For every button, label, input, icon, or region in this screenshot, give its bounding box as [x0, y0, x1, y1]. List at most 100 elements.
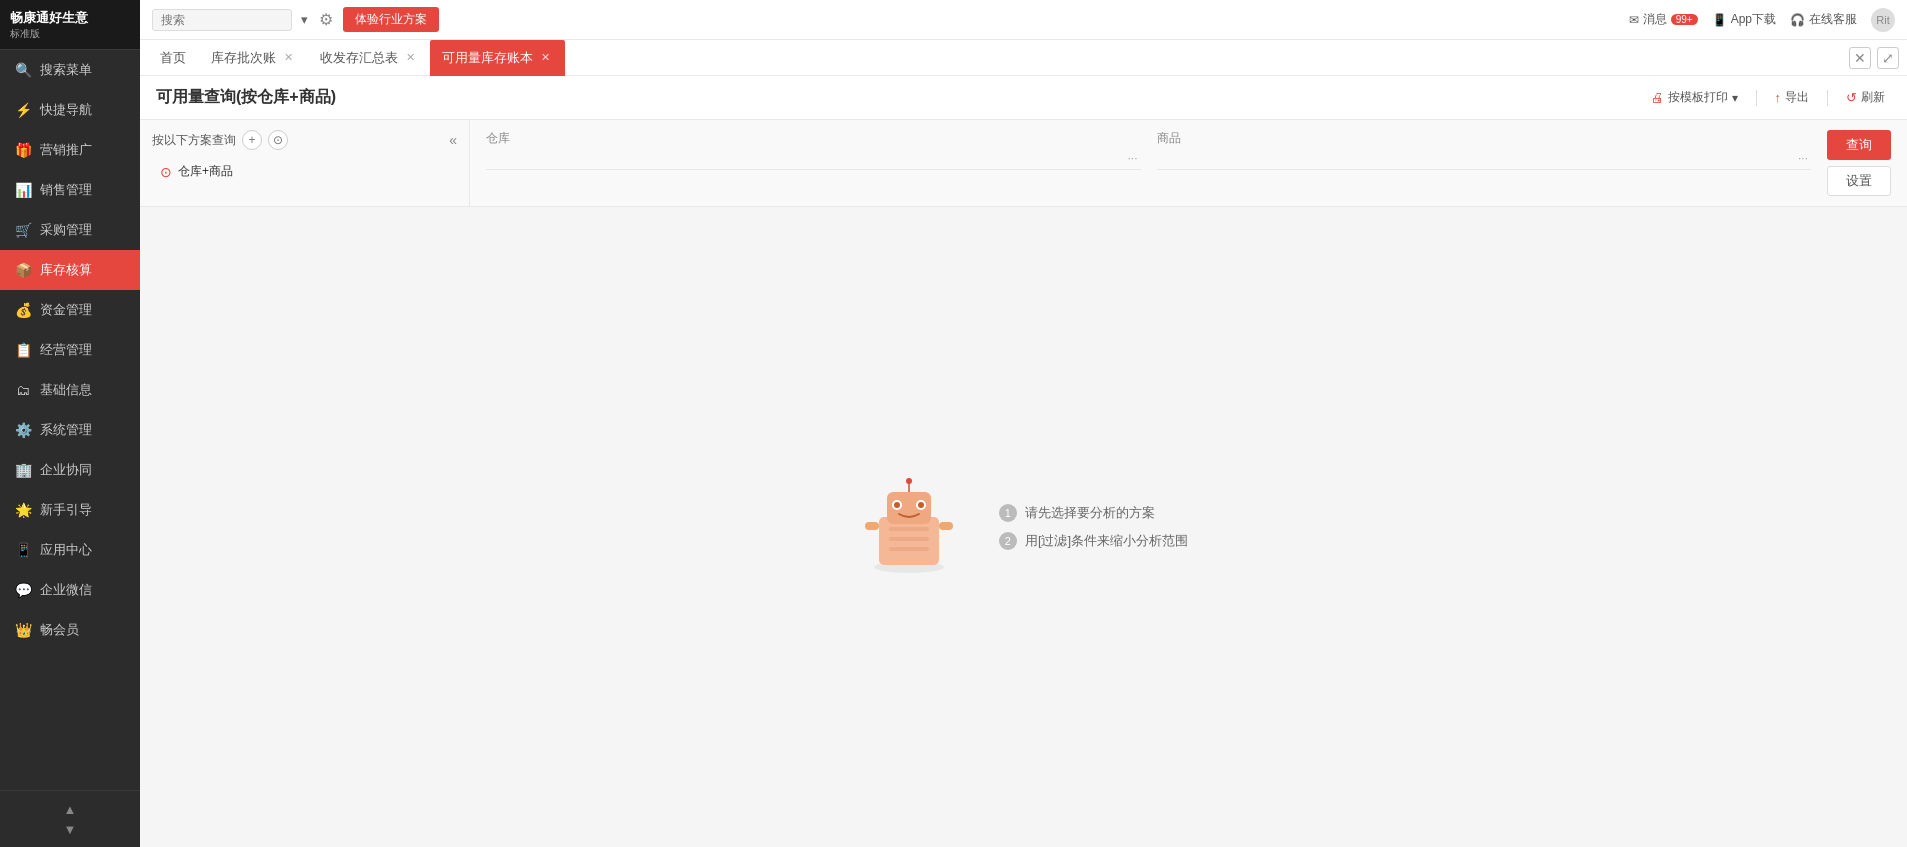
topbar: ▾ ⚙ 体验行业方案 ✉ 消息 99+ 📱 App下载 🎧 在线客服 Rit — [140, 0, 1907, 40]
marketing-icon: 🎁 — [14, 141, 32, 159]
sidebar-item-newbie[interactable]: 🌟新手引导 — [0, 490, 140, 530]
empty-state: 1 请先选择要分析的方案 2 用[过滤]条件来缩小分析范围 — [140, 207, 1907, 847]
tab-send-summary[interactable]: 收发存汇总表 ✕ — [308, 40, 430, 76]
message-label: 消息 — [1643, 11, 1667, 28]
sidebar-scroll-up[interactable]: ▲ — [0, 799, 140, 819]
enterprise-icon: 🏢 — [14, 461, 32, 479]
refresh-btn[interactable]: ↺ 刷新 — [1840, 86, 1891, 109]
sidebar: 畅康通好生意 标准版 🔍搜索菜单⚡快捷导航 🎁 营销推广 📊销售管理 🛒 采购管理 📦 库存核… — [0, 0, 140, 847]
sidebar-item-sales[interactable]: 📊销售管理 — [0, 170, 140, 210]
export-btn[interactable]: ↑ 导出 — [1769, 86, 1816, 109]
app-download-btn[interactable]: 📱 App下载 — [1712, 11, 1776, 28]
purchase-icon: 🛒 — [14, 221, 32, 239]
svg-rect-11 — [889, 527, 929, 531]
hint-text-1: 请先选择要分析的方案 — [1025, 504, 1155, 522]
finance-icon: 💰 — [14, 301, 32, 319]
filter-scheme-label: 按以下方案查询 — [152, 132, 236, 149]
sidebar-item-search[interactable]: 🔍搜索菜单 — [0, 50, 140, 90]
sidebar-scroll-down[interactable]: ▼ — [0, 819, 140, 839]
goods-input[interactable] — [1157, 151, 1791, 165]
warehouse-input[interactable] — [486, 151, 1120, 165]
tab-label-batch-account: 库存批次账 — [211, 49, 276, 67]
svg-rect-13 — [889, 547, 929, 551]
sidebar-item-system[interactable]: ⚙️系统管理 — [0, 410, 140, 450]
refresh-label: 刷新 — [1861, 89, 1885, 106]
settings-btn[interactable]: 设置 — [1827, 166, 1891, 196]
tab-batch-account[interactable]: 库存批次账 ✕ — [199, 40, 308, 76]
sidebar-item-label-newbie: 新手引导 — [40, 501, 92, 519]
app-name: 畅康通好生意 — [10, 10, 130, 27]
svg-point-6 — [918, 502, 924, 508]
tab-home[interactable]: 首页 — [148, 40, 199, 76]
tab-close-available-ledger[interactable]: ✕ — [538, 51, 552, 65]
empty-hint-2: 2 用[过滤]条件来缩小分析范围 — [999, 532, 1188, 550]
sidebar-item-marketing[interactable]: 🎁 营销推广 — [0, 130, 140, 170]
sidebar-item-label-basic: 基础信息 — [40, 381, 92, 399]
empty-hint-1: 1 请先选择要分析的方案 — [999, 504, 1155, 522]
goods-label: 商品 — [1157, 130, 1812, 147]
hint-num-2: 2 — [999, 532, 1017, 550]
query-btn[interactable]: 查询 — [1827, 130, 1891, 160]
sidebar-bottom: ▲ ▼ — [0, 790, 140, 847]
collapse-btn[interactable]: « — [449, 132, 457, 148]
sidebar-item-basic[interactable]: 🗂基础信息 — [0, 370, 140, 410]
sidebar-item-inventory[interactable]: 📦 库存核算 — [0, 250, 140, 290]
search-input[interactable] — [152, 9, 292, 31]
sidebar-item-label-enterprise: 企业协同 — [40, 461, 92, 479]
message-btn[interactable]: ✉ 消息 99+ — [1629, 11, 1698, 28]
add-scheme-btn[interactable]: + — [242, 130, 262, 150]
sidebar-scroll: 🔍搜索菜单⚡快捷导航 🎁 营销推广 📊销售管理 🛒 采购管理 📦 库存核算 💰 资金管理 📋经营管理… — [0, 50, 140, 790]
sidebar-item-label-inventory: 库存核算 — [40, 261, 92, 279]
sidebar-item-label-purchase: 采购管理 — [40, 221, 92, 239]
warehouse-more-btn[interactable]: ··· — [1124, 151, 1140, 165]
membership-icon: 👑 — [14, 621, 32, 639]
app-center-icon: 📱 — [14, 541, 32, 559]
filter-left: 按以下方案查询 + ⊙ « ⊙ 仓库+商品 — [140, 120, 470, 206]
sidebar-item-label-app-center: 应用中心 — [40, 541, 92, 559]
scheme-item-warehouse-goods[interactable]: ⊙ 仓库+商品 — [152, 158, 457, 185]
sidebar-item-purchase[interactable]: 🛒 采购管理 — [0, 210, 140, 250]
industry-btn[interactable]: 体验行业方案 — [343, 7, 439, 32]
svg-rect-9 — [865, 522, 879, 530]
main-area: ▾ ⚙ 体验行业方案 ✉ 消息 99+ 📱 App下载 🎧 在线客服 Rit — [140, 0, 1907, 847]
tab-label-send-summary: 收发存汇总表 — [320, 49, 398, 67]
print-dropdown-icon[interactable]: ▾ — [1732, 91, 1738, 105]
scheme-item-label: 仓库+商品 — [178, 163, 233, 180]
gear-icon[interactable]: ⚙ — [319, 10, 333, 29]
print-btn[interactable]: 🖨 按模板打印 ▾ — [1645, 86, 1744, 109]
sidebar-item-finance[interactable]: 💰 资金管理 — [0, 290, 140, 330]
tab-available-ledger[interactable]: 可用量库存账本✕ — [430, 40, 565, 76]
sidebar-item-enterprise[interactable]: 🏢 企业协同 — [0, 450, 140, 490]
tabs-actions: ✕ ⤢ — [1849, 47, 1899, 69]
warehouse-label: 仓库 — [486, 130, 1141, 147]
system-icon: ⚙️ — [14, 421, 32, 439]
settings-scheme-btn[interactable]: ⊙ — [268, 130, 288, 150]
svg-rect-10 — [939, 522, 953, 530]
app-version: 标准版 — [10, 27, 130, 41]
scheme-icon: ⊙ — [160, 164, 172, 180]
sidebar-item-label-sales: 销售管理 — [40, 181, 92, 199]
sidebar-item-operations[interactable]: 📋经营管理 — [0, 330, 140, 370]
sidebar-item-label-search: 搜索菜单 — [40, 61, 92, 79]
maximize-btn[interactable]: ⤢ — [1877, 47, 1899, 69]
empty-text: 1 请先选择要分析的方案 2 用[过滤]条件来缩小分析范围 — [999, 504, 1188, 550]
tab-close-batch-account[interactable]: ✕ — [281, 51, 295, 65]
export-label: 导出 — [1785, 89, 1809, 106]
online-service-btn[interactable]: 🎧 在线客服 — [1790, 11, 1857, 28]
sidebar-item-label-marketing: 营销推广 — [40, 141, 92, 159]
sidebar-item-label-finance: 资金管理 — [40, 301, 92, 319]
page-content: 可用量查询(按仓库+商品) 🖨 按模板打印 ▾ ↑ 导出 ↺ 刷新 — [140, 76, 1907, 847]
avatar[interactable]: Rit — [1871, 8, 1895, 32]
empty-content: 1 请先选择要分析的方案 2 用[过滤]条件来缩小分析范围 — [859, 477, 1188, 577]
sidebar-item-membership[interactable]: 👑畅会员 — [0, 610, 140, 650]
dropdown-arrow[interactable]: ▾ — [296, 9, 313, 30]
sidebar-item-label-shortcut: 快捷导航 — [40, 101, 92, 119]
close-tab-btn[interactable]: ✕ — [1849, 47, 1871, 69]
sidebar-item-wechat[interactable]: 💬企业微信 — [0, 570, 140, 610]
sidebar-item-shortcut[interactable]: ⚡快捷导航 — [0, 90, 140, 130]
sidebar-item-app-center[interactable]: 📱 应用中心 — [0, 530, 140, 570]
mobile-icon: 📱 — [1712, 13, 1727, 27]
goods-more-btn[interactable]: ··· — [1795, 151, 1811, 165]
inventory-icon: 📦 — [14, 261, 32, 279]
tab-close-send-summary[interactable]: ✕ — [403, 51, 417, 65]
